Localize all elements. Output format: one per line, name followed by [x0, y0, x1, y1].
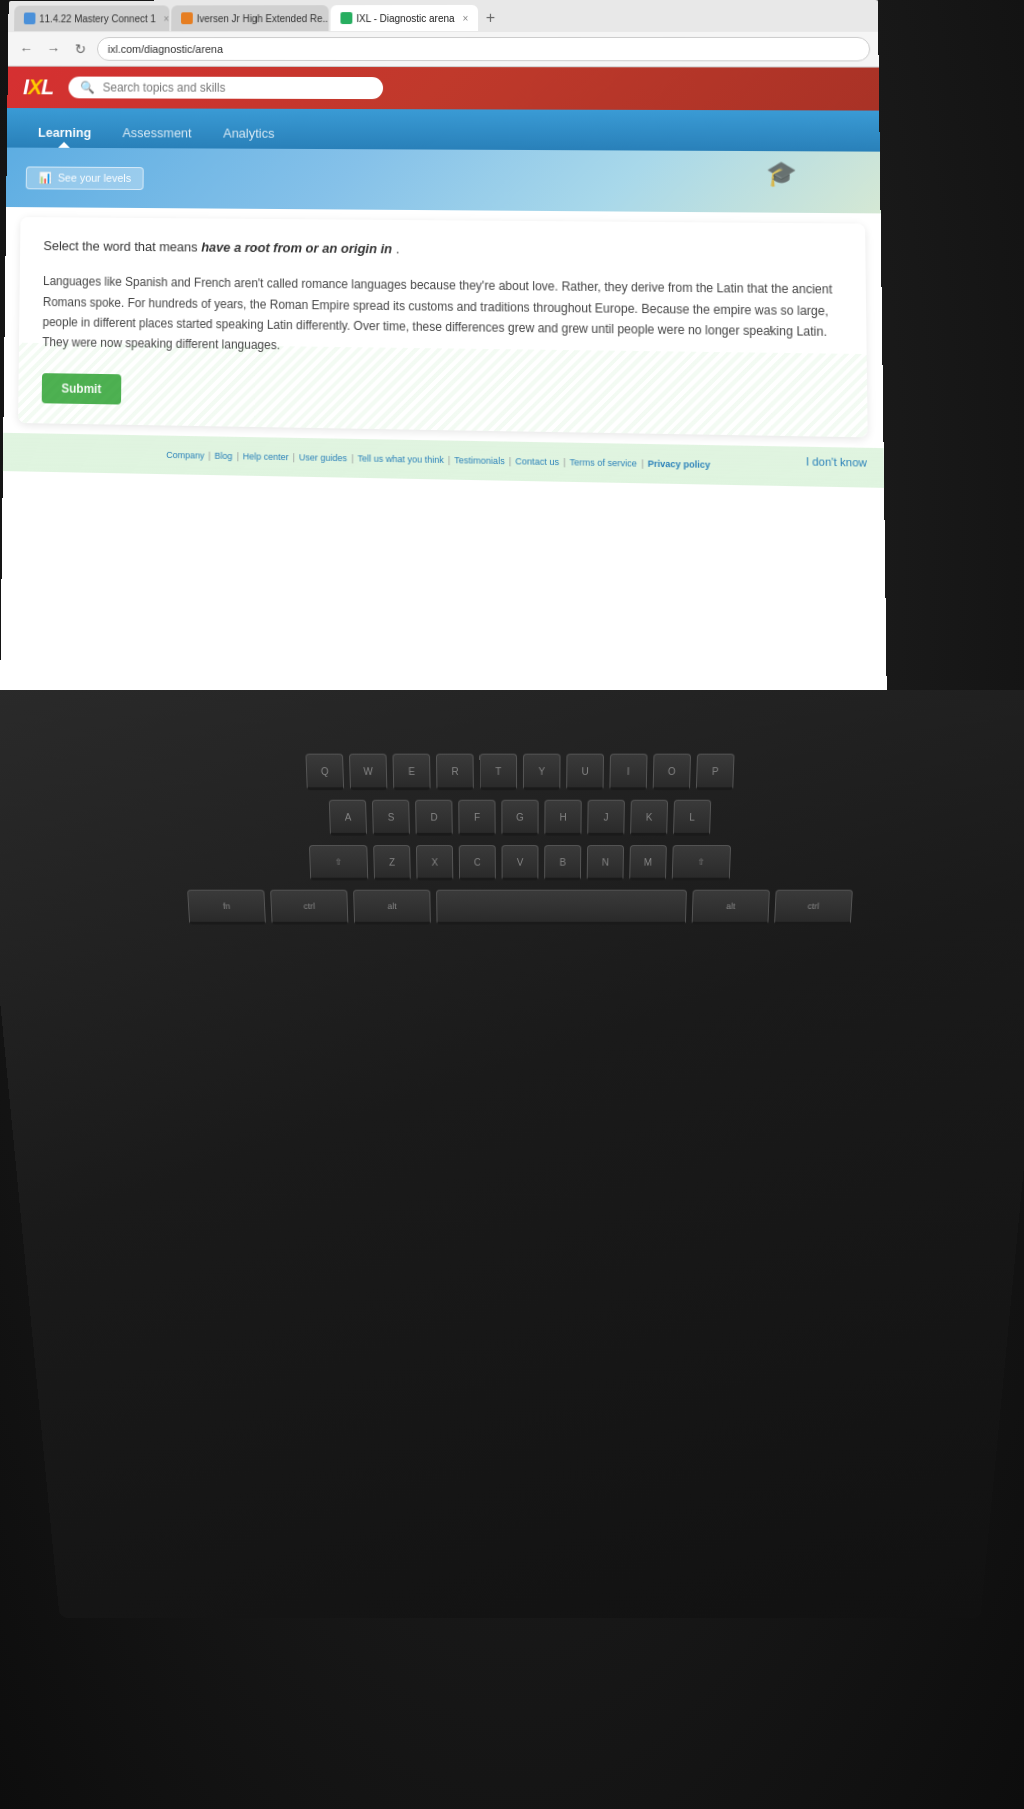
back-button[interactable]: ← — [16, 38, 37, 60]
refresh-button[interactable]: ↻ — [70, 38, 92, 60]
dont-know-link[interactable]: I don't know — [806, 455, 867, 469]
address-bar-row: ← → ↻ — [8, 32, 879, 67]
key-d[interactable]: D — [415, 800, 453, 836]
key-alt[interactable]: alt — [353, 890, 431, 925]
key-i[interactable]: I — [609, 754, 647, 791]
search-bar-container: 🔍 — [69, 77, 384, 100]
tab-close-3[interactable]: × — [463, 12, 469, 23]
key-f[interactable]: F — [458, 800, 495, 836]
key-e[interactable]: E — [392, 754, 430, 791]
key-ctrl[interactable]: ctrl — [270, 890, 348, 925]
nav-bar: Learning Assessment Analytics — [7, 108, 880, 152]
passage-text: Languages like Spanish and French aren't… — [42, 271, 841, 364]
key-a[interactable]: A — [329, 800, 367, 836]
keyboard: Q W E R T Y U I O P A S D F G H J K L ⇧ … — [0, 690, 1024, 1618]
tab-favicon-3 — [340, 12, 352, 24]
key-o[interactable]: O — [653, 754, 691, 791]
tab-ixl-diagnostic[interactable]: IXL - Diagnostic arena × — [331, 5, 479, 31]
footer-link-terms[interactable]: Terms of service — [570, 457, 637, 469]
search-icon: 🔍 — [80, 81, 95, 95]
key-n[interactable]: N — [587, 845, 624, 880]
key-p[interactable]: P — [696, 754, 735, 791]
levels-icon: 📊 — [38, 171, 52, 184]
key-l[interactable]: L — [673, 800, 711, 836]
ixl-logo: IXL — [23, 75, 54, 101]
key-v[interactable]: V — [502, 845, 539, 880]
tab-bar: 11.4.22 Mastery Connect 1 × Iversen Jr H… — [8, 0, 878, 32]
footer-link-privacy[interactable]: Privacy policy — [648, 458, 711, 470]
footer-link-company[interactable]: Company — [166, 450, 204, 461]
key-c[interactable]: C — [459, 845, 496, 880]
ixl-header: IXL 🔍 — [7, 67, 879, 111]
footer-link-blog[interactable]: Blog — [215, 450, 233, 460]
key-y[interactable]: Y — [523, 754, 561, 791]
tab-favicon-1 — [24, 13, 36, 25]
key-q[interactable]: Q — [305, 754, 344, 791]
submit-button[interactable]: Submit — [42, 373, 121, 404]
hero-decorative-icon: 🎓 — [766, 159, 797, 188]
key-w[interactable]: W — [349, 754, 387, 791]
nav-item-assessment[interactable]: Assessment — [107, 117, 208, 148]
question-instruction-bold: have a root from or an origin in — [201, 240, 392, 257]
tab-label-3: IXL - Diagnostic arena — [356, 12, 454, 23]
forward-button[interactable]: → — [43, 38, 65, 60]
key-m[interactable]: M — [629, 845, 667, 880]
tab-label-1: 11.4.22 Mastery Connect 1 — [39, 13, 156, 24]
footer-link-help[interactable]: Help center — [243, 451, 289, 462]
key-j[interactable]: J — [587, 800, 625, 836]
see-levels-button[interactable]: 📊 See your levels — [26, 166, 144, 190]
key-alt-right[interactable]: alt — [692, 890, 770, 925]
key-space[interactable] — [436, 890, 687, 925]
keyboard-row-1: Q W E R T Y U I O P — [0, 749, 1024, 795]
key-shift-left[interactable]: ⇧ — [309, 845, 368, 880]
footer-link-contact[interactable]: Contact us — [515, 456, 559, 467]
tab-mastery-connect[interactable]: 11.4.22 Mastery Connect 1 × — [14, 5, 169, 31]
browser-window: 11.4.22 Mastery Connect 1 × Iversen Jr H… — [0, 0, 887, 727]
keyboard-row-2: A S D F G H J K L — [0, 795, 1024, 840]
browser-chrome: 11.4.22 Mastery Connect 1 × Iversen Jr H… — [8, 0, 879, 68]
key-shift-right[interactable]: ⇧ — [672, 845, 731, 880]
question-instruction: Select the word that means have a root f… — [43, 237, 840, 263]
hero-banner: 📊 See your levels 🎓 — [6, 148, 880, 214]
footer-link-tell-us[interactable]: Tell us what you think — [358, 453, 444, 465]
new-tab-button[interactable]: + — [480, 8, 500, 28]
tab-favicon-2 — [181, 12, 193, 24]
key-k[interactable]: K — [630, 800, 668, 836]
keyboard-row-4: fn ctrl alt alt ctrl — [0, 885, 1024, 929]
footer-link-testimonials[interactable]: Testimonials — [454, 455, 504, 466]
see-levels-label: See your levels — [58, 172, 131, 184]
key-z[interactable]: Z — [373, 845, 411, 880]
nav-item-learning[interactable]: Learning — [22, 117, 107, 148]
tab-label-2: Iversen Jr High Extended Re... — [197, 13, 329, 24]
key-r[interactable]: R — [436, 754, 474, 791]
tab-close-1[interactable]: × — [164, 13, 170, 24]
nav-item-analytics[interactable]: Analytics — [207, 118, 290, 149]
key-g[interactable]: G — [501, 800, 538, 836]
footer-link-user-guides[interactable]: User guides — [299, 452, 347, 463]
key-h[interactable]: H — [544, 800, 581, 836]
key-x[interactable]: X — [416, 845, 453, 880]
address-input[interactable] — [97, 37, 870, 62]
keyboard-row-3: ⇧ Z X C V B N M ⇧ — [0, 840, 1024, 885]
key-s[interactable]: S — [372, 800, 410, 836]
footer-links: Company | Blog | Help center | User guid… — [3, 441, 884, 480]
key-u[interactable]: U — [566, 754, 604, 791]
key-t[interactable]: T — [479, 754, 517, 791]
tab-iversen[interactable]: Iversen Jr High Extended Re... × — [171, 5, 328, 31]
key-b[interactable]: B — [544, 845, 581, 880]
bottom-content: I don't know Company | Blog | Help cente… — [3, 433, 884, 488]
key-ctrl-right[interactable]: ctrl — [774, 890, 853, 925]
key-fn[interactable]: fn — [187, 890, 266, 925]
search-input[interactable] — [103, 81, 372, 95]
question-container: Select the word that means have a root f… — [18, 217, 868, 437]
